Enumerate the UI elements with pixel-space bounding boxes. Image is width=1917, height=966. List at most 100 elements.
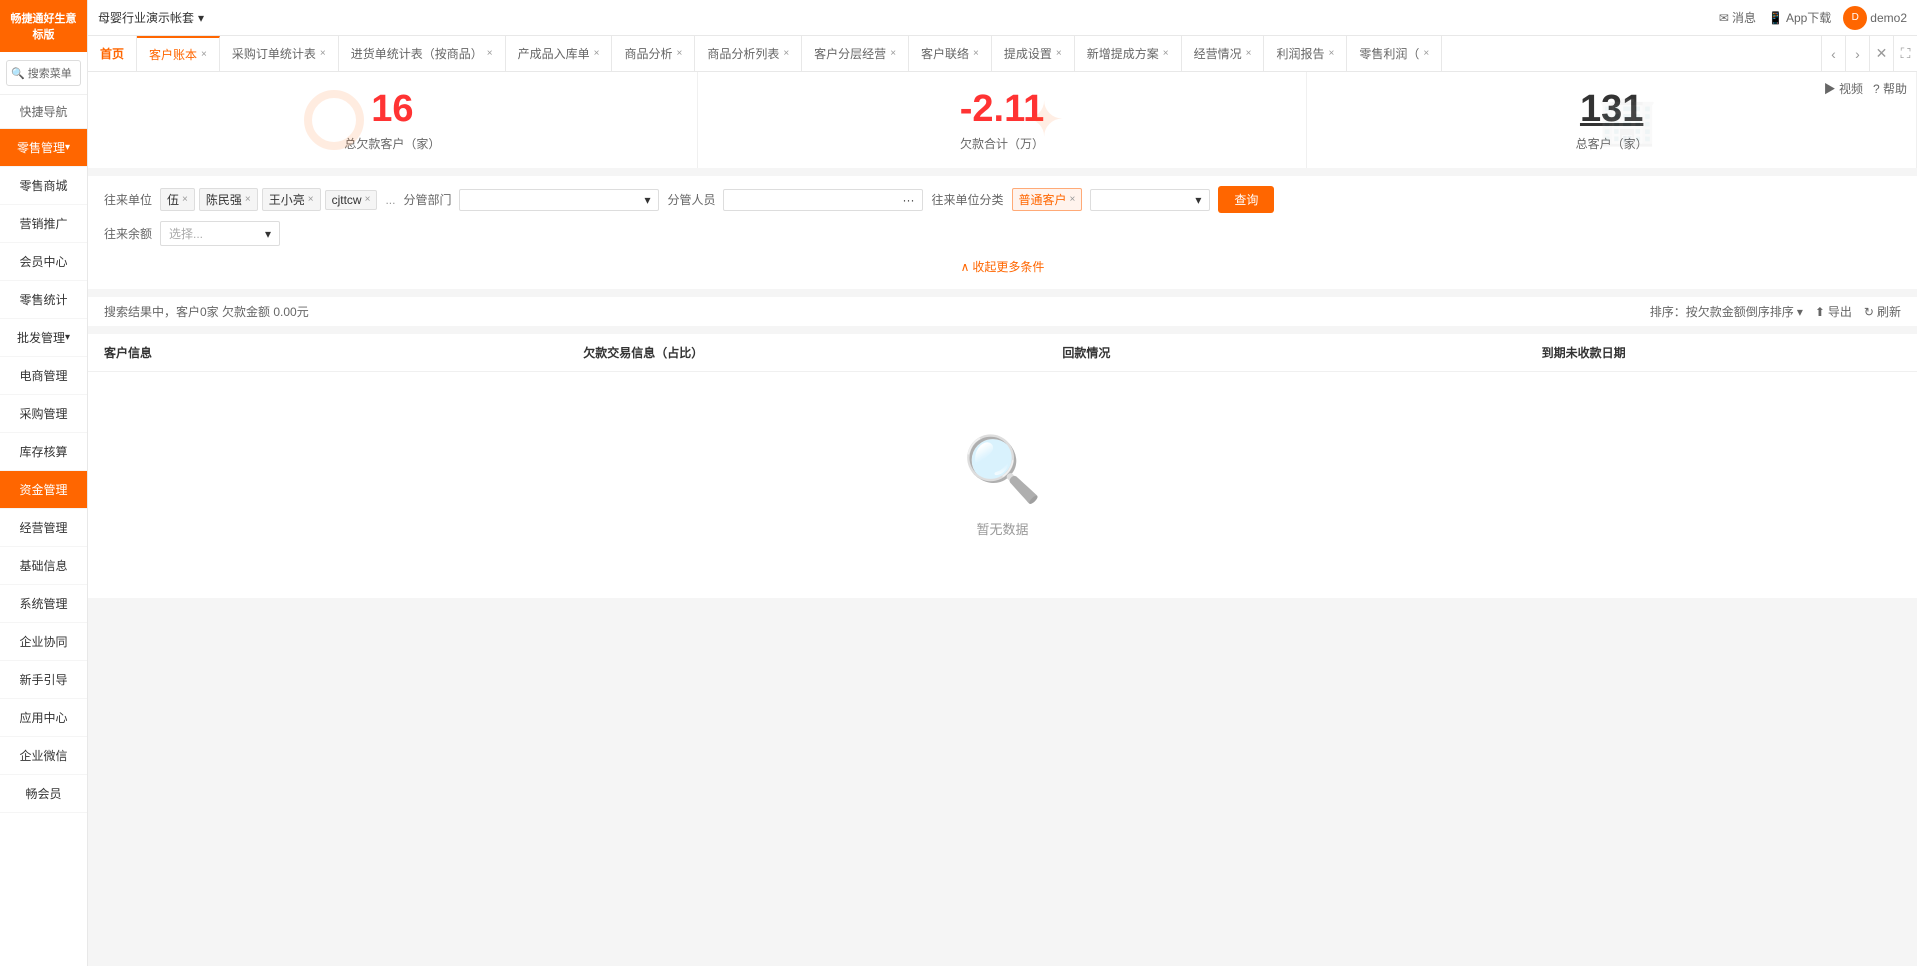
sidebar-item-零售商城[interactable]: 零售商城 bbox=[0, 167, 87, 205]
tab-close-4[interactable]: × bbox=[594, 48, 600, 59]
tab-0[interactable]: 首页 bbox=[88, 36, 137, 71]
unit-class-tag-close[interactable]: × bbox=[1070, 194, 1076, 205]
main-area: 母婴行业演示帐套 ▾ ✉ 消息 📱 App下载 D demo2 首页客户账本×采… bbox=[88, 0, 1917, 966]
tab-close-5[interactable]: × bbox=[676, 48, 682, 59]
tab-close-9[interactable]: × bbox=[1056, 48, 1062, 59]
chevron-down-icon: ▾ bbox=[1195, 193, 1201, 207]
stats-bar: 16 总欠款客户（家） ✦ -2.11 欠款合计（万） 🏢 131 总客户（家） bbox=[88, 72, 1917, 168]
tab-close-10[interactable]: × bbox=[1163, 48, 1169, 59]
sidebar-item-经营管理[interactable]: 经营管理 bbox=[0, 509, 87, 547]
logo-subtext: 标版 bbox=[33, 26, 55, 42]
tab-7[interactable]: 客户分层经营× bbox=[802, 36, 909, 71]
unit-tag-close[interactable]: × bbox=[308, 194, 314, 205]
tab-close-7[interactable]: × bbox=[890, 48, 896, 59]
sidebar-item-零售管理[interactable]: 零售管理 ▾ bbox=[0, 129, 87, 167]
user-avatar-button[interactable]: D demo2 bbox=[1843, 6, 1907, 30]
unit-tag-close[interactable]: × bbox=[245, 194, 251, 205]
chevron-down-icon: ▾ bbox=[644, 193, 650, 207]
stat-bg-icon-3: 🏢 bbox=[1598, 92, 1658, 149]
filter-row-2: 往来余额 选择... ▾ bbox=[104, 221, 1901, 246]
sidebar-item-营销推广[interactable]: 营销推广 bbox=[0, 205, 87, 243]
export-button[interactable]: ⬆ 导出 bbox=[1815, 303, 1852, 320]
sidebar-item-新手引导[interactable]: 新手引导 bbox=[0, 661, 87, 699]
collapse-button[interactable]: ∧ 收起更多条件 bbox=[108, 258, 1897, 275]
download-icon: 📱 bbox=[1768, 11, 1783, 25]
tab-close-13[interactable]: × bbox=[1423, 48, 1429, 59]
unit-filter-tags: 伍 ×陈民强 ×王小亮 ×cjttcw × bbox=[160, 188, 377, 211]
unit-class-tags: 普通客户 × bbox=[1012, 188, 1083, 211]
table-header-1: 欠款交易信息（占比） bbox=[583, 344, 1062, 361]
tab-close-6[interactable]: × bbox=[783, 48, 789, 59]
tab-close-12[interactable]: × bbox=[1328, 48, 1334, 59]
tab-2[interactable]: 采购订单统计表× bbox=[220, 36, 339, 71]
sidebar-item-会员中心[interactable]: 会员中心 bbox=[0, 243, 87, 281]
refresh-button[interactable]: ↻ 刷新 bbox=[1864, 303, 1901, 320]
empty-icon: 🔍 bbox=[963, 432, 1043, 507]
tab-4[interactable]: 产成品入库单× bbox=[506, 36, 613, 71]
sidebar-item-库存核算[interactable]: 库存核算 bbox=[0, 433, 87, 471]
help-link[interactable]: ? 帮助 bbox=[1873, 80, 1907, 97]
tabs-prev-button[interactable]: ‹ bbox=[1821, 36, 1845, 72]
tab-6[interactable]: 商品分析列表× bbox=[695, 36, 802, 71]
sidebar-item-企业协同[interactable]: 企业协同 bbox=[0, 623, 87, 661]
empty-text: 暂无数据 bbox=[976, 519, 1028, 538]
question-icon: ? bbox=[1873, 82, 1880, 96]
video-help-link[interactable]: ▶ 视频 bbox=[1824, 80, 1863, 97]
query-button[interactable]: 查询 bbox=[1218, 186, 1274, 213]
tab-close-1[interactable]: × bbox=[201, 49, 207, 60]
filter-area: 往来单位 伍 ×陈民强 ×王小亮 ×cjttcw × ... 分管部门 ▾ 分管… bbox=[88, 176, 1917, 289]
sidebar-item-批发管理[interactable]: 批发管理 ▾ bbox=[0, 319, 87, 357]
tab-13[interactable]: 零售利润（× bbox=[1347, 36, 1442, 71]
sidebar-item-电商管理[interactable]: 电商管理 bbox=[0, 357, 87, 395]
unit-tag-王小亮: 王小亮 × bbox=[262, 188, 321, 211]
sidebar-item-应用中心[interactable]: 应用中心 bbox=[0, 699, 87, 737]
sidebar-item-资金管理[interactable]: 资金管理 bbox=[0, 471, 87, 509]
message-button[interactable]: ✉ 消息 bbox=[1719, 9, 1756, 26]
data-table: 客户信息欠款交易信息（占比）回款情况到期未收款日期 🔍 暂无数据 bbox=[88, 334, 1917, 598]
tab-close-3[interactable]: × bbox=[487, 48, 493, 59]
quick-nav-button[interactable]: 快捷导航 bbox=[0, 95, 87, 129]
tab-8[interactable]: 客户联络× bbox=[909, 36, 992, 71]
app-download-button[interactable]: 📱 App下载 bbox=[1768, 9, 1831, 26]
person-filter-select[interactable]: ··· bbox=[723, 189, 923, 211]
tab-12[interactable]: 利润报告× bbox=[1264, 36, 1347, 71]
tab-close-8[interactable]: × bbox=[973, 48, 979, 59]
logo-text: 畅捷通好生意 bbox=[11, 10, 77, 26]
tab-close-2[interactable]: × bbox=[320, 48, 326, 59]
refresh-icon: ↻ bbox=[1864, 305, 1874, 319]
sidebar-item-零售统计[interactable]: 零售统计 bbox=[0, 281, 87, 319]
sidebar-item-基础信息[interactable]: 基础信息 bbox=[0, 547, 87, 585]
stat-value-1: 16 bbox=[371, 88, 413, 131]
tabs-next-button[interactable]: › bbox=[1845, 36, 1869, 72]
sidebar-item-系统管理[interactable]: 系统管理 bbox=[0, 585, 87, 623]
search-menu-container[interactable]: 🔍 搜索菜单 bbox=[0, 52, 87, 95]
unit-class-tag-普通客户: 普通客户 × bbox=[1012, 188, 1083, 211]
tab-3[interactable]: 进货单统计表（按商品）× bbox=[339, 36, 506, 71]
tab-5[interactable]: 商品分析× bbox=[612, 36, 695, 71]
sidebar-item-企业微信[interactable]: 企业微信 bbox=[0, 737, 87, 775]
table-header-2: 回款情况 bbox=[1062, 344, 1541, 361]
balance-filter-select[interactable]: 选择... ▾ bbox=[160, 221, 280, 246]
sidebar-item-采购管理[interactable]: 采购管理 bbox=[0, 395, 87, 433]
tabs-fullscreen-button[interactable]: ⛶ bbox=[1893, 36, 1917, 72]
search-menu-button[interactable]: 🔍 搜索菜单 bbox=[6, 60, 81, 86]
tabs-close-all-button[interactable]: ✕ bbox=[1869, 36, 1893, 72]
balance-filter-label: 往来余额 bbox=[104, 225, 152, 242]
dept-filter-select[interactable]: ▾ bbox=[459, 189, 659, 211]
unit-tag-close[interactable]: × bbox=[182, 194, 188, 205]
search-icon: 🔍 bbox=[11, 67, 25, 80]
tab-close-11[interactable]: × bbox=[1246, 48, 1252, 59]
sidebar: 畅捷通好生意 标版 🔍 搜索菜单 快捷导航 零售管理 ▾零售商城营销推广会员中心… bbox=[0, 0, 88, 966]
tab-9[interactable]: 提成设置× bbox=[992, 36, 1075, 71]
tab-11[interactable]: 经营情况× bbox=[1182, 36, 1265, 71]
tabs-container: 首页客户账本×采购订单统计表×进货单统计表（按商品）×产成品入库单×商品分析×商… bbox=[88, 36, 1821, 71]
tab-1[interactable]: 客户账本× bbox=[137, 36, 220, 71]
tab-10[interactable]: 新增提成方案× bbox=[1075, 36, 1182, 71]
unit-tag-伍: 伍 × bbox=[160, 188, 195, 211]
sort-selector[interactable]: 排序：按欠款金额倒序排序 ▾ bbox=[1650, 303, 1803, 320]
unit-tag-close[interactable]: × bbox=[365, 194, 371, 205]
sidebar-item-畅会员[interactable]: 畅会员 bbox=[0, 775, 87, 813]
unit-class-select[interactable]: ▾ bbox=[1090, 189, 1210, 211]
industry-selector[interactable]: 母婴行业演示帐套 ▾ bbox=[98, 9, 204, 26]
unit-filter-more[interactable]: ... bbox=[385, 193, 395, 207]
